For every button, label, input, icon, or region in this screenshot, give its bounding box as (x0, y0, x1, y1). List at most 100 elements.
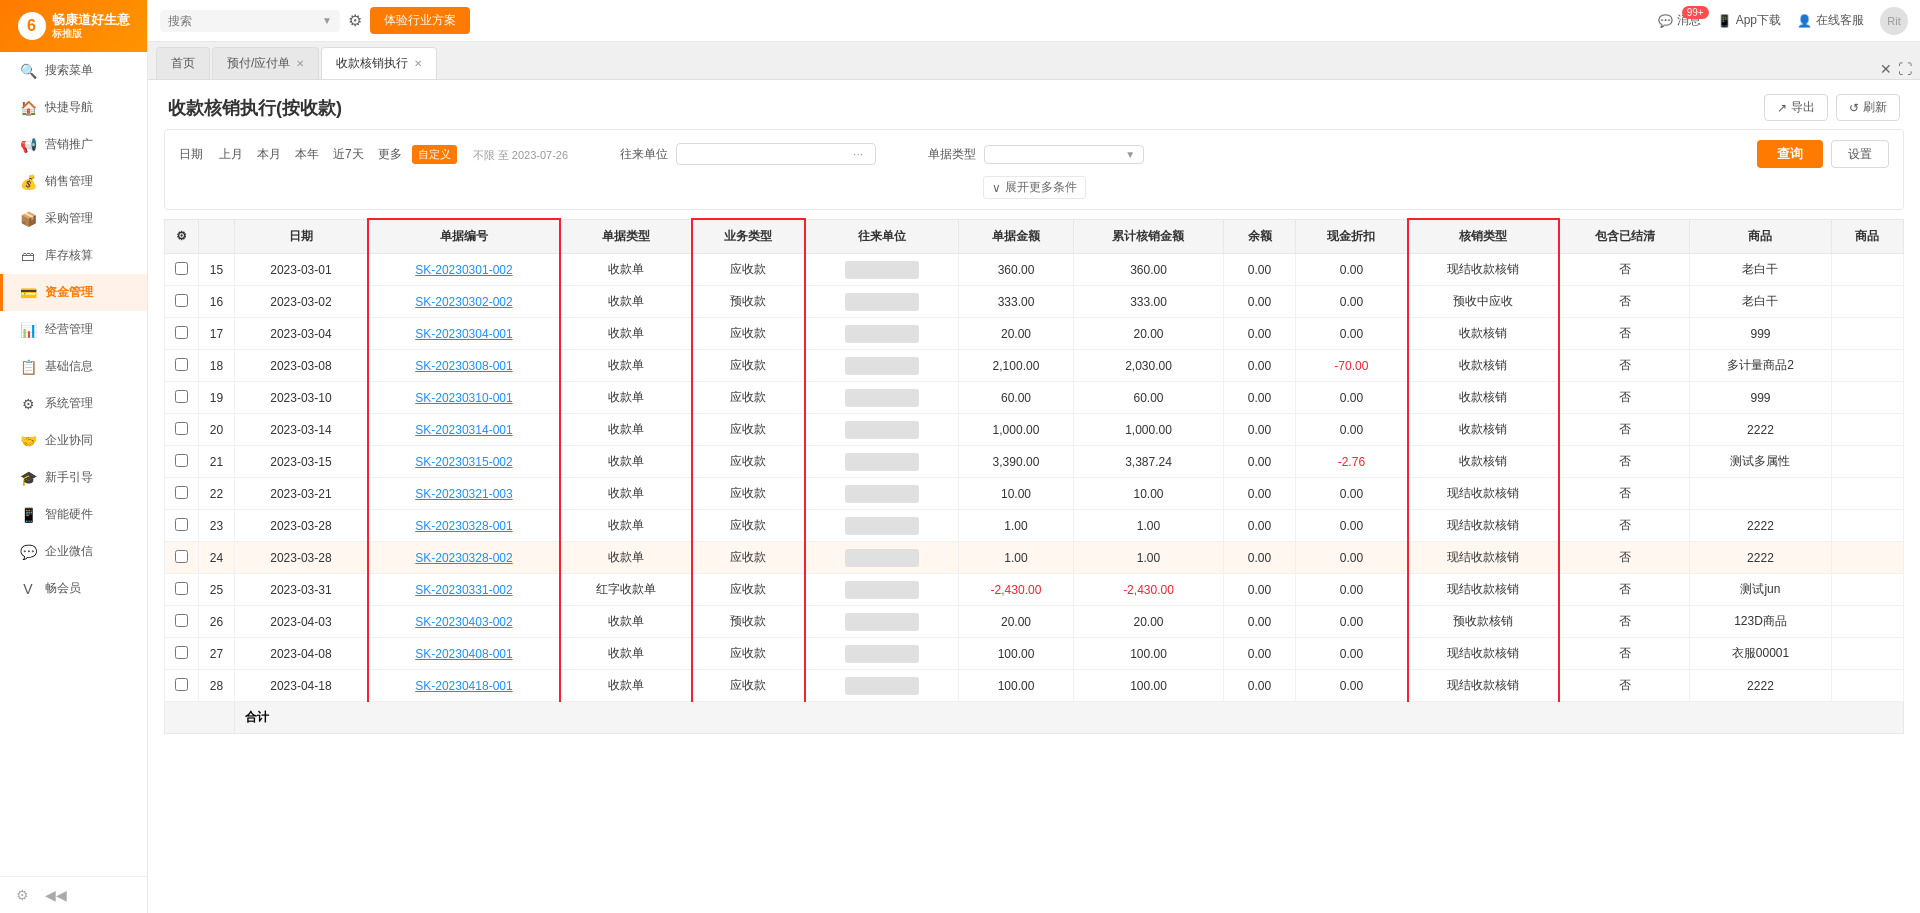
order-no-link[interactable]: SK-20230308-001 (415, 359, 512, 373)
cell-checkbox[interactable] (165, 446, 199, 478)
solution-button[interactable]: 体验行业方案 (370, 7, 470, 34)
order-no-link[interactable]: SK-20230304-001 (415, 327, 512, 341)
topbar-search-input[interactable] (168, 14, 318, 28)
sidebar-item-inventory[interactable]: 🗃库存核算 (0, 237, 147, 274)
cell-checkbox[interactable] (165, 670, 199, 702)
row-checkbox[interactable] (175, 454, 188, 467)
close-window-icon[interactable]: ✕ (1880, 61, 1892, 77)
cell-verified: -2,430.00 (1074, 574, 1224, 606)
sidebar-item-purchase[interactable]: 📦采购管理 (0, 200, 147, 237)
cell-checkbox[interactable] (165, 414, 199, 446)
expand-conditions-btn[interactable]: ∨ 展开更多条件 (983, 176, 1086, 199)
cell-discount: 0.00 (1296, 510, 1408, 542)
tab-home[interactable]: 首页 (156, 47, 210, 79)
sidebar-item-guide[interactable]: 🎓新手引导 (0, 459, 147, 496)
row-checkbox[interactable] (175, 678, 188, 691)
this-year-btn[interactable]: 本年 (291, 144, 323, 165)
cell-checkbox[interactable] (165, 542, 199, 574)
cell-date: 2023-03-14 (235, 414, 368, 446)
service-item[interactable]: 👤 在线客服 (1797, 12, 1864, 29)
last-7days-btn[interactable]: 近7天 (329, 144, 368, 165)
sidebar-icon-search: 🔍 (19, 63, 37, 79)
tab-prepay[interactable]: 预付/应付单✕ (212, 47, 319, 79)
row-checkbox[interactable] (175, 326, 188, 339)
sidebar-item-search[interactable]: 🔍搜索菜单 (0, 52, 147, 89)
cell-checkbox[interactable] (165, 254, 199, 286)
row-checkbox[interactable] (175, 422, 188, 435)
row-checkbox[interactable] (175, 518, 188, 531)
col-settings[interactable]: ⚙ (165, 219, 199, 254)
row-checkbox[interactable] (175, 646, 188, 659)
sidebar-item-shortcut[interactable]: 🏠快捷导航 (0, 89, 147, 126)
message-item[interactable]: 💬 消息 99+ (1658, 12, 1701, 29)
tab-receipt[interactable]: 收款核销执行✕ (321, 47, 437, 79)
order-no-link[interactable]: SK-20230301-002 (415, 263, 512, 277)
order-no-link[interactable]: SK-20230403-002 (415, 615, 512, 629)
cell-product2 (1831, 350, 1903, 382)
filter-settings-button[interactable]: 设置 (1831, 140, 1889, 168)
order-no-link[interactable]: SK-20230408-001 (415, 647, 512, 661)
order-no-link[interactable]: SK-20230328-001 (415, 519, 512, 533)
sidebar-item-marketing[interactable]: 📢营销推广 (0, 126, 147, 163)
order-no-link[interactable]: SK-20230331-002 (415, 583, 512, 597)
sidebar-item-operation[interactable]: 📊经营管理 (0, 311, 147, 348)
collapse-icon[interactable]: ◀◀ (45, 887, 67, 903)
row-checkbox[interactable] (175, 390, 188, 403)
cell-verify-type: 现结收款核销 (1408, 574, 1559, 606)
tab-close-prepay[interactable]: ✕ (296, 58, 304, 69)
cell-checkbox[interactable] (165, 574, 199, 606)
refresh-button[interactable]: ↺ 刷新 (1836, 94, 1900, 121)
row-checkbox[interactable] (175, 550, 188, 563)
order-no-link[interactable]: SK-20230328-002 (415, 551, 512, 565)
order-no-link[interactable]: SK-20230310-001 (415, 391, 512, 405)
topbar-dropdown-arrow[interactable]: ▼ (322, 15, 332, 26)
tab-close-receipt[interactable]: ✕ (414, 58, 422, 69)
cell-product2 (1831, 382, 1903, 414)
order-no-link[interactable]: SK-20230321-003 (415, 487, 512, 501)
counterpart-input[interactable] (685, 147, 849, 161)
cell-include-settled: 否 (1559, 510, 1690, 542)
query-button[interactable]: 查询 (1757, 140, 1823, 168)
cell-product2 (1831, 670, 1903, 702)
cell-checkbox[interactable] (165, 478, 199, 510)
cell-checkbox[interactable] (165, 510, 199, 542)
cell-checkbox[interactable] (165, 350, 199, 382)
row-checkbox[interactable] (175, 294, 188, 307)
row-checkbox[interactable] (175, 486, 188, 499)
order-no-link[interactable]: SK-20230314-001 (415, 423, 512, 437)
sidebar-item-sales[interactable]: 💰销售管理 (0, 163, 147, 200)
sidebar-item-hardware[interactable]: 📱智能硬件 (0, 496, 147, 533)
cell-checkbox[interactable] (165, 286, 199, 318)
settings-icon[interactable]: ⚙ (16, 887, 29, 903)
cell-include-settled: 否 (1559, 446, 1690, 478)
this-month-btn[interactable]: 本月 (253, 144, 285, 165)
row-checkbox[interactable] (175, 614, 188, 627)
sidebar-item-enterprise[interactable]: 🤝企业协同 (0, 422, 147, 459)
row-checkbox[interactable] (175, 582, 188, 595)
order-no-link[interactable]: SK-20230302-002 (415, 295, 512, 309)
order-type-select[interactable]: ▼ (984, 145, 1144, 164)
sidebar-item-member[interactable]: V畅会员 (0, 570, 147, 607)
sidebar-item-finance[interactable]: 💳资金管理 (0, 274, 147, 311)
topbar-gear-icon[interactable]: ⚙ (348, 11, 362, 30)
avatar[interactable]: Rit (1880, 7, 1908, 35)
cell-checkbox[interactable] (165, 318, 199, 350)
sidebar-item-basic[interactable]: 📋基础信息 (0, 348, 147, 385)
cell-product2 (1831, 254, 1903, 286)
sidebar-item-wechat[interactable]: 💬企业微信 (0, 533, 147, 570)
export-button[interactable]: ↗ 导出 (1764, 94, 1828, 121)
maximize-icon[interactable]: ⛶ (1898, 61, 1912, 77)
custom-date-btn[interactable]: 自定义 (412, 145, 457, 164)
sidebar-item-system[interactable]: ⚙系统管理 (0, 385, 147, 422)
order-no-link[interactable]: SK-20230418-001 (415, 679, 512, 693)
last-month-btn[interactable]: 上月 (215, 144, 247, 165)
cell-no: 16 (199, 286, 235, 318)
more-date-btn[interactable]: 更多 (374, 144, 406, 165)
cell-checkbox[interactable] (165, 382, 199, 414)
app-download-item[interactable]: 📱 App下载 (1717, 12, 1781, 29)
order-no-link[interactable]: SK-20230315-002 (415, 455, 512, 469)
row-checkbox[interactable] (175, 262, 188, 275)
row-checkbox[interactable] (175, 358, 188, 371)
cell-checkbox[interactable] (165, 606, 199, 638)
cell-checkbox[interactable] (165, 638, 199, 670)
